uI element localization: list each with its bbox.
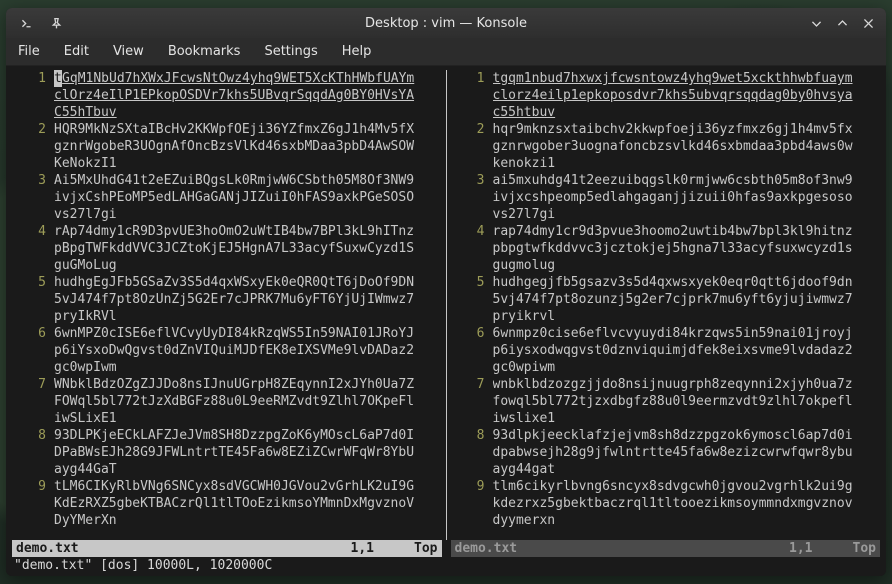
cursor: t	[54, 70, 62, 87]
buffer-right[interactable]: tgqm1nbud7hxwxjfcwsntowz4yhq9wet5xckthhw…	[493, 70, 881, 540]
menu-edit[interactable]: Edit	[52, 38, 101, 65]
vim-pane-left[interactable]: 1 2 3 4 5 6 7 8 9 tGqM1NbUd7hXWxJFcwsNtO…	[12, 70, 442, 540]
status-scroll: Top	[414, 540, 437, 557]
vim-statusline: demo.txt 1,1 Top demo.txt 1,1 Top	[12, 540, 880, 557]
line-number-gutter: 1 2 3 4 5 6 7 8 9	[451, 70, 493, 540]
menu-view[interactable]: View	[101, 38, 156, 65]
vim-splits: 1 2 3 4 5 6 7 8 9 tGqM1NbUd7hXWxJFcwsNtO…	[12, 70, 880, 540]
maximize-button[interactable]	[830, 12, 854, 34]
menubar: File Edit View Bookmarks Settings Help	[6, 38, 886, 66]
terminal-icon	[14, 12, 38, 34]
status-filename: demo.txt	[16, 540, 79, 557]
menu-bookmarks[interactable]: Bookmarks	[156, 38, 253, 65]
menu-help[interactable]: Help	[330, 38, 384, 65]
pin-icon[interactable]	[44, 12, 68, 34]
menu-file[interactable]: File	[6, 38, 52, 65]
line-number-gutter: 1 2 3 4 5 6 7 8 9	[12, 70, 54, 540]
close-button[interactable]	[856, 12, 880, 34]
status-scroll: Top	[853, 540, 876, 557]
status-position: 1,1	[351, 540, 414, 557]
statusline-inactive: demo.txt 1,1 Top	[451, 540, 881, 557]
konsole-window: Desktop : vim — Konsole File Edit View B…	[6, 8, 886, 576]
status-position: 1,1	[789, 540, 852, 557]
vim-pane-right[interactable]: 1 2 3 4 5 6 7 8 9 tgqm1nbud7hxwxjfcwsnto…	[451, 70, 881, 540]
minimize-button[interactable]	[804, 12, 828, 34]
menu-settings[interactable]: Settings	[252, 38, 329, 65]
terminal-area[interactable]: 1 2 3 4 5 6 7 8 9 tGqM1NbUd7hXWxJFcwsNtO…	[6, 66, 886, 576]
buffer-left[interactable]: tGqM1NbUd7hXWxJFcwsNtOwz4yhq9WET5XcKThHW…	[54, 70, 442, 540]
window-title: Desktop : vim — Konsole	[6, 16, 886, 31]
titlebar[interactable]: Desktop : vim — Konsole	[6, 8, 886, 38]
vertical-split-bar[interactable]	[442, 70, 451, 540]
statusline-active: demo.txt 1,1 Top	[12, 540, 442, 557]
vim-cmdline: "demo.txt" [dos] 10000L, 1020000C	[12, 557, 880, 574]
status-filename: demo.txt	[455, 540, 518, 557]
